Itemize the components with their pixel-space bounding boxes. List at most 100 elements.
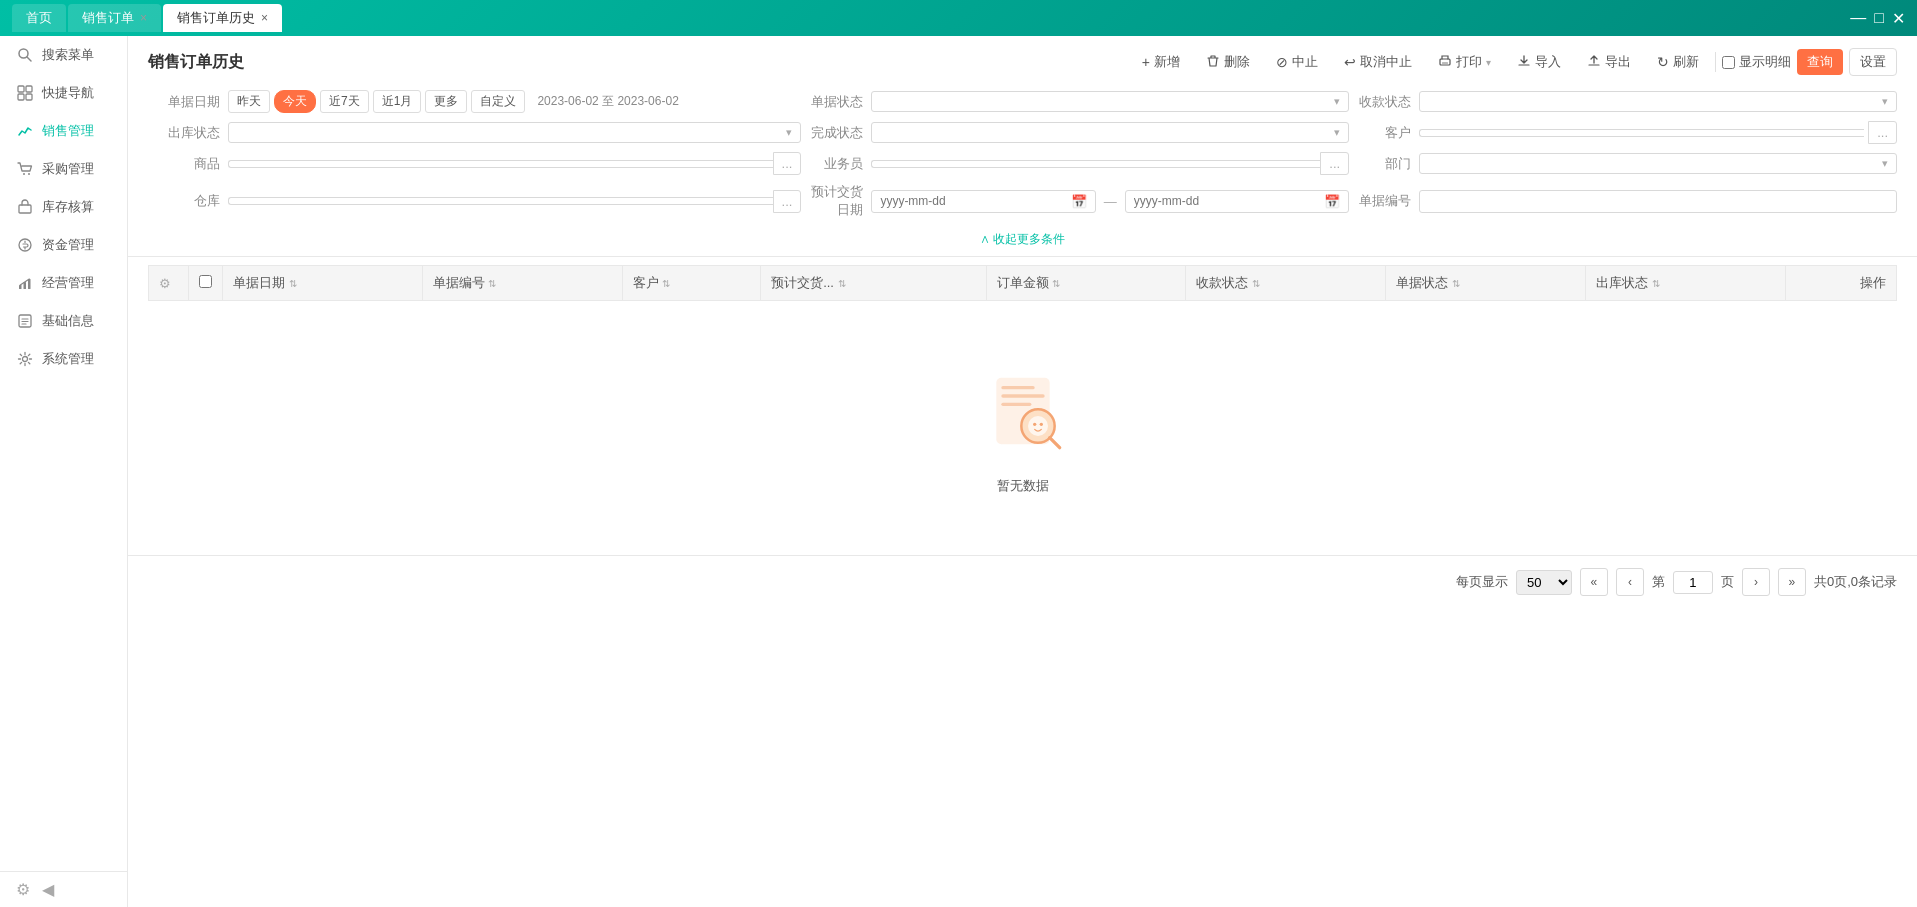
sidebar-collapse-icon[interactable]: ◀ (42, 880, 54, 899)
sidebar-item-search-menu[interactable]: 搜索菜单 (0, 36, 127, 74)
empty-state-illustration (973, 361, 1073, 461)
table-settings-icon[interactable]: ⚙ (159, 276, 171, 291)
calendar-from-icon[interactable]: 📅 (1071, 194, 1087, 209)
th-delivery-date[interactable]: 预计交货... ⇅ (761, 266, 986, 301)
status-label: 单据状态 (801, 93, 871, 111)
search-menu-icon (16, 46, 34, 64)
query-button[interactable]: 查询 (1797, 49, 1843, 75)
sidebar-bottom: ⚙ ◀ (0, 871, 127, 907)
customer-select[interactable] (1419, 129, 1864, 137)
last-page-btn[interactable]: » (1778, 568, 1806, 596)
date-custom[interactable]: 自定义 (471, 90, 525, 113)
sidebar-item-sales[interactable]: 销售管理 (0, 112, 127, 150)
next-page-btn[interactable]: › (1742, 568, 1770, 596)
date-more[interactable]: 更多 (425, 90, 467, 113)
complete-select[interactable]: ▾ (871, 122, 1349, 143)
detail-checkbox-input[interactable] (1722, 56, 1735, 69)
sidebar-item-system[interactable]: 系统管理 (0, 340, 127, 378)
delivery-date-to-input[interactable] (1134, 194, 1320, 208)
refresh-button[interactable]: ↻ 刷新 (1647, 49, 1709, 75)
svg-rect-19 (1442, 62, 1448, 64)
empty-state-row: 暂无数据 (149, 301, 1897, 556)
sidebar-settings-icon[interactable]: ⚙ (16, 880, 30, 899)
th-doc-status-label: 单据状态 (1396, 275, 1448, 290)
first-page-btn[interactable]: « (1580, 568, 1608, 596)
query-label: 查询 (1807, 53, 1833, 71)
svg-point-25 (1028, 416, 1048, 436)
window-minimize[interactable]: — (1850, 9, 1866, 27)
warehouse-label: 仓库 (148, 192, 228, 210)
svg-point-27 (1033, 423, 1036, 426)
show-detail-checkbox[interactable]: 显示明细 (1722, 53, 1791, 71)
page-number-input[interactable] (1673, 571, 1713, 594)
th-customer[interactable]: 客户 ⇅ (622, 266, 760, 301)
sidebar-item-operations[interactable]: 经营管理 (0, 264, 127, 302)
th-pay-status[interactable]: 收款状态 ⇅ (1186, 266, 1386, 301)
salesman-dots[interactable]: ... (1320, 152, 1349, 175)
date-1month[interactable]: 近1月 (373, 90, 422, 113)
customer-dots[interactable]: ... (1868, 121, 1897, 144)
stop-button[interactable]: ⊘ 中止 (1266, 49, 1328, 75)
warehouse-dots[interactable]: ... (773, 190, 802, 213)
sidebar-item-inventory[interactable]: 库存核算 (0, 188, 127, 226)
add-label: 新增 (1154, 53, 1180, 71)
window-close[interactable]: ✕ (1892, 9, 1905, 28)
sidebar-item-purchase[interactable]: 采购管理 (0, 150, 127, 188)
tab-sales-order[interactable]: 销售订单 × (68, 4, 161, 32)
delete-button[interactable]: 删除 (1196, 49, 1260, 75)
th-doc-date[interactable]: 单据日期 ⇅ (223, 266, 423, 301)
svg-point-6 (23, 173, 25, 175)
svg-rect-2 (18, 86, 24, 92)
tab-sales-order-history[interactable]: 销售订单历史 × (163, 4, 282, 32)
window-controls: — □ ✕ (1850, 9, 1905, 28)
page-size-select[interactable]: 50 10 20 100 (1516, 570, 1572, 595)
sidebar-item-finance[interactable]: 资金管理 (0, 226, 127, 264)
calendar-to-icon[interactable]: 📅 (1324, 194, 1340, 209)
sidebar-item-basic-info[interactable]: 基础信息 (0, 302, 127, 340)
cancel-stop-button[interactable]: ↩ 取消中止 (1334, 49, 1422, 75)
export-button[interactable]: 导出 (1577, 49, 1641, 75)
import-button[interactable]: 导入 (1507, 49, 1571, 75)
order-no-input[interactable] (1419, 190, 1897, 213)
pay-status-select[interactable]: ▾ (1419, 91, 1897, 112)
delete-label: 删除 (1224, 53, 1250, 71)
product-select[interactable] (228, 160, 773, 168)
pagination: 每页显示 50 10 20 100 « ‹ 第 页 › » 共0页,0条记录 (128, 555, 1917, 608)
th-order-amount[interactable]: 订单金额 ⇅ (986, 266, 1186, 301)
th-customer-label: 客户 (633, 275, 659, 290)
tab-sales-order-label: 销售订单 (82, 9, 134, 27)
setting-button[interactable]: 设置 (1849, 48, 1897, 76)
tab-sales-order-close[interactable]: × (140, 11, 147, 25)
pay-status-arrow: ▾ (1882, 95, 1888, 108)
th-outbound-status[interactable]: 出库状态 ⇅ (1586, 266, 1786, 301)
tab-sales-order-history-close[interactable]: × (261, 11, 268, 25)
th-doc-status[interactable]: 单据状态 ⇅ (1386, 266, 1586, 301)
date-dash: — (1100, 194, 1121, 209)
add-button[interactable]: + 新增 (1132, 49, 1190, 75)
doc-date-label: 单据日期 (148, 93, 228, 111)
select-all-checkbox[interactable] (199, 275, 212, 288)
operations-icon (16, 274, 34, 292)
collapse-filter[interactable]: ∧ 收起更多条件 (148, 227, 1897, 252)
doc-status-select[interactable]: ▾ (871, 91, 1349, 112)
prev-page-btn[interactable]: ‹ (1616, 568, 1644, 596)
table-header-row: ⚙ 单据日期 ⇅ 单据编号 ⇅ (149, 266, 1897, 301)
delivery-date-from-input[interactable] (880, 194, 1066, 208)
delivery-date-from[interactable]: 📅 (871, 190, 1095, 213)
product-dots[interactable]: ... (773, 152, 802, 175)
th-doc-no[interactable]: 单据编号 ⇅ (422, 266, 622, 301)
cancel-stop-icon: ↩ (1344, 54, 1356, 70)
sidebar-item-quick-nav[interactable]: 快捷导航 (0, 74, 127, 112)
date-today[interactable]: 今天 (274, 90, 316, 113)
tab-home[interactable]: 首页 (12, 4, 66, 32)
salesman-select[interactable] (871, 160, 1320, 168)
delivery-date-to[interactable]: 📅 (1125, 190, 1349, 213)
date-yesterday[interactable]: 昨天 (228, 90, 270, 113)
warehouse-select[interactable] (228, 197, 773, 205)
delete-icon (1206, 54, 1220, 71)
date-7days[interactable]: 近7天 (320, 90, 369, 113)
outbound-select[interactable]: ▾ (228, 122, 801, 143)
dept-select[interactable]: ▾ (1419, 153, 1897, 174)
window-maximize[interactable]: □ (1874, 9, 1884, 27)
print-button[interactable]: 打印 ▾ (1428, 49, 1501, 75)
